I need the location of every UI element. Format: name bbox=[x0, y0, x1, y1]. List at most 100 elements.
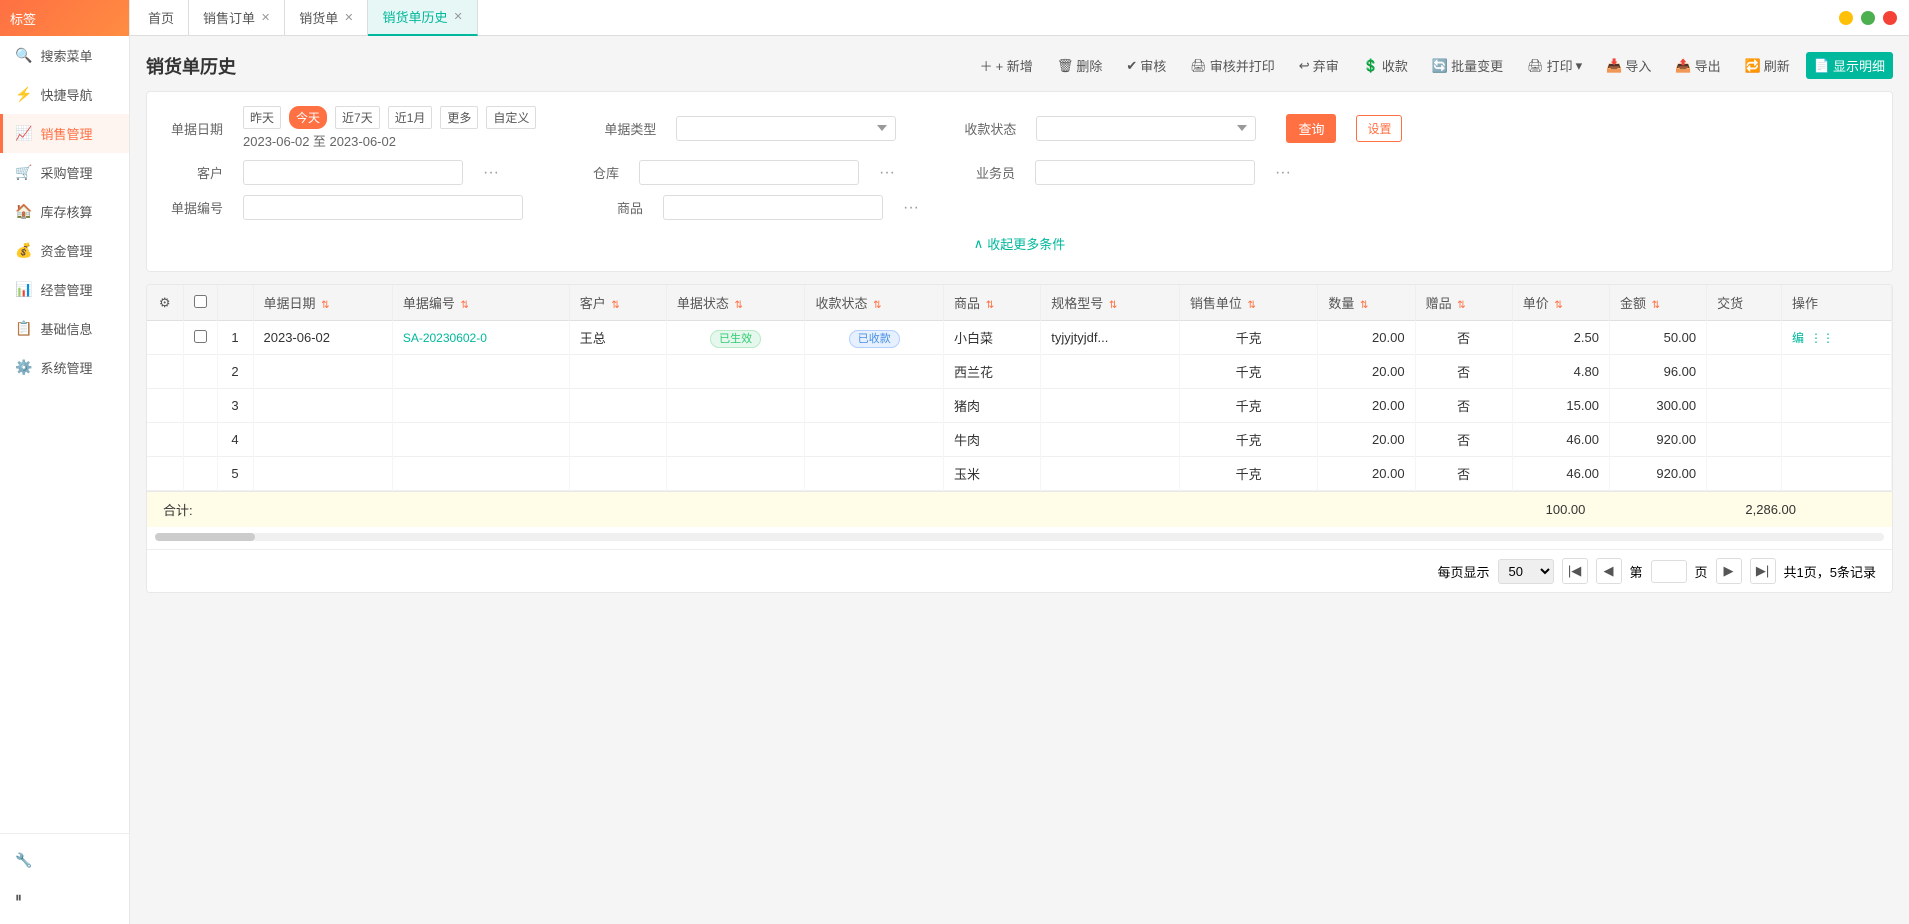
doc-type-select[interactable] bbox=[676, 116, 896, 141]
sidebar-item-purchase-mgmt[interactable]: 🛒 采购管理 bbox=[0, 153, 129, 192]
last-page-btn[interactable]: ▶| bbox=[1750, 558, 1776, 584]
tab-sales-history-close[interactable]: ✕ bbox=[454, 10, 463, 23]
customer-cell bbox=[569, 457, 666, 491]
trade-cell bbox=[1707, 389, 1782, 423]
sidebar-item-sales-mgmt[interactable]: 📈 销售管理 bbox=[0, 114, 129, 153]
amount-sort-icon: ⇅ bbox=[1652, 300, 1660, 311]
customer-cell bbox=[569, 389, 666, 423]
th-doc-no[interactable]: 单据编号 ⇅ bbox=[392, 285, 569, 321]
sidebar-item-sys-mgmt[interactable]: ⚙️ 系统管理 bbox=[0, 348, 129, 387]
table-settings-icon[interactable]: ⚙ bbox=[159, 295, 171, 310]
qty-cell: 20.00 bbox=[1318, 321, 1415, 355]
collapse-icon: ⏸ bbox=[15, 889, 22, 906]
horizontal-scrollbar-thumb[interactable] bbox=[155, 533, 255, 541]
horizontal-scrollbar-track[interactable] bbox=[155, 533, 1884, 541]
collect-button[interactable]: 💲 收款 bbox=[1355, 52, 1416, 79]
tab-sales-goods[interactable]: 销货单 ✕ bbox=[285, 0, 368, 36]
warehouse-dots[interactable]: ··· bbox=[879, 164, 895, 182]
doc-date-cell bbox=[253, 389, 392, 423]
th-pay-status[interactable]: 收款状态 ⇅ bbox=[805, 285, 944, 321]
tab-sales-order-close[interactable]: ✕ bbox=[261, 11, 270, 24]
sidebar-settings-btn[interactable]: 🔧 bbox=[0, 842, 129, 879]
print-button[interactable]: 🖨 打印 ▾ bbox=[1519, 52, 1590, 79]
table-row: 5玉米千克20.00否46.00920.00 bbox=[147, 457, 1892, 491]
th-unit-price[interactable]: 单价 ⇅ bbox=[1512, 285, 1609, 321]
review-print-button[interactable]: 🖨 审核并打印 bbox=[1182, 52, 1283, 79]
next-page-btn[interactable]: ▶ bbox=[1716, 558, 1742, 584]
date-btn-7days[interactable]: 近7天 bbox=[335, 106, 380, 129]
th-amount[interactable]: 金额 ⇅ bbox=[1609, 285, 1706, 321]
prev-page-btn[interactable]: ◀ bbox=[1596, 558, 1622, 584]
window-controls bbox=[1839, 11, 1909, 25]
tab-sales-order[interactable]: 销售订单 ✕ bbox=[189, 0, 285, 36]
table-header-row: ⚙ 单据日期 ⇅ 单据编号 ⇅ bbox=[147, 285, 1892, 321]
select-all-checkbox[interactable] bbox=[194, 295, 207, 308]
show-detail-button[interactable]: 📄 显示明细 bbox=[1806, 52, 1893, 79]
sidebar-item-operations[interactable]: 📊 经营管理 bbox=[0, 270, 129, 309]
win-min-btn[interactable] bbox=[1839, 11, 1853, 25]
date-btn-more[interactable]: 更多 bbox=[440, 106, 478, 129]
table-row: 3猪肉千克20.00否15.00300.00 bbox=[147, 389, 1892, 423]
tab-sales-goods-close[interactable]: ✕ bbox=[344, 11, 353, 24]
sidebar-item-finance[interactable]: 💰 资金管理 bbox=[0, 231, 129, 270]
sidebar-item-inventory[interactable]: 🏠 库存核算 bbox=[0, 192, 129, 231]
th-doc-status[interactable]: 单据状态 ⇅ bbox=[666, 285, 805, 321]
collapse-button[interactable]: ∧ 收起更多条件 bbox=[970, 230, 1070, 257]
win-max-btn[interactable] bbox=[1861, 11, 1875, 25]
doc-no-link[interactable]: SA-20230602-0 bbox=[403, 331, 487, 345]
tab-home[interactable]: 首页 bbox=[134, 0, 189, 36]
review-button[interactable]: ✔ 审核 bbox=[1118, 52, 1174, 79]
sidebar-item-search-menu[interactable]: 🔍 搜索菜单 bbox=[0, 36, 129, 75]
sidebar-item-basic-info[interactable]: 📋 基础信息 bbox=[0, 309, 129, 348]
th-settings[interactable]: ⚙ bbox=[147, 285, 183, 321]
sidebar-item-quick-nav[interactable]: ⚡ 快捷导航 bbox=[0, 75, 129, 114]
customer-input[interactable] bbox=[243, 160, 463, 185]
tab-sales-history[interactable]: 销货单历史 ✕ bbox=[368, 0, 477, 36]
page-size-select[interactable]: 20 50 100 bbox=[1498, 559, 1554, 584]
th-goods[interactable]: 商品 ⇅ bbox=[944, 285, 1041, 321]
doc-no-input[interactable] bbox=[243, 195, 523, 220]
abandon-icon: ↩ bbox=[1299, 58, 1310, 74]
import-button[interactable]: 📥 导入 bbox=[1598, 52, 1659, 79]
data-table: ⚙ 单据日期 ⇅ 单据编号 ⇅ bbox=[147, 285, 1892, 491]
action-cell: 编 ⋮⋮ bbox=[1782, 321, 1892, 355]
customer-dots[interactable]: ··· bbox=[483, 164, 499, 182]
first-page-btn[interactable]: |◀ bbox=[1562, 558, 1588, 584]
new-button[interactable]: ＋ + 新增 bbox=[972, 52, 1041, 79]
delete-button[interactable]: 🗑 删除 bbox=[1049, 52, 1111, 79]
sidebar-item-label: 系统管理 bbox=[40, 358, 92, 377]
abandon-button[interactable]: ↩ 弃审 bbox=[1291, 52, 1347, 79]
th-spec[interactable]: 规格型号 ⇅ bbox=[1041, 285, 1180, 321]
sidebar-header-label: 标签 bbox=[10, 9, 36, 28]
goods-dots[interactable]: ··· bbox=[903, 199, 919, 217]
th-doc-date[interactable]: 单据日期 ⇅ bbox=[253, 285, 392, 321]
win-close-btn[interactable] bbox=[1883, 11, 1897, 25]
goods-input[interactable] bbox=[663, 195, 883, 220]
batch-change-button[interactable]: 🔄 批量变更 bbox=[1424, 52, 1511, 79]
export-button[interactable]: 📤 导出 bbox=[1667, 52, 1728, 79]
action-cell bbox=[1782, 389, 1892, 423]
th-checkbox[interactable] bbox=[183, 285, 217, 321]
th-sales-unit[interactable]: 销售单位 ⇅ bbox=[1179, 285, 1318, 321]
th-qty[interactable]: 数量 ⇅ bbox=[1318, 285, 1415, 321]
date-btn-1month[interactable]: 近1月 bbox=[388, 106, 433, 129]
sidebar-collapse-btn[interactable]: ⏸ bbox=[0, 879, 129, 916]
row-checkbox[interactable] bbox=[194, 330, 207, 343]
date-btn-yesterday[interactable]: 昨天 bbox=[243, 106, 281, 129]
query-button[interactable]: 查询 bbox=[1286, 114, 1336, 143]
salesperson-dots[interactable]: ··· bbox=[1275, 164, 1291, 182]
refresh-button[interactable]: 🔁 刷新 bbox=[1737, 52, 1798, 79]
more-link[interactable]: ⋮⋮ bbox=[1810, 331, 1834, 345]
salesperson-label: 业务员 bbox=[955, 163, 1015, 182]
warehouse-input[interactable] bbox=[639, 160, 859, 185]
date-btn-custom[interactable]: 自定义 bbox=[486, 106, 536, 129]
pay-status-select[interactable] bbox=[1036, 116, 1256, 141]
page-input[interactable]: 1 bbox=[1651, 560, 1687, 583]
settings-button[interactable]: 设置 bbox=[1356, 115, 1402, 142]
th-customer[interactable]: 客户 ⇅ bbox=[569, 285, 666, 321]
edit-link[interactable]: 编 bbox=[1792, 331, 1804, 345]
salesperson-input[interactable] bbox=[1035, 160, 1255, 185]
th-gift[interactable]: 赠品 ⇅ bbox=[1415, 285, 1512, 321]
amount-cell: 300.00 bbox=[1609, 389, 1706, 423]
date-btn-today[interactable]: 今天 bbox=[289, 106, 327, 129]
